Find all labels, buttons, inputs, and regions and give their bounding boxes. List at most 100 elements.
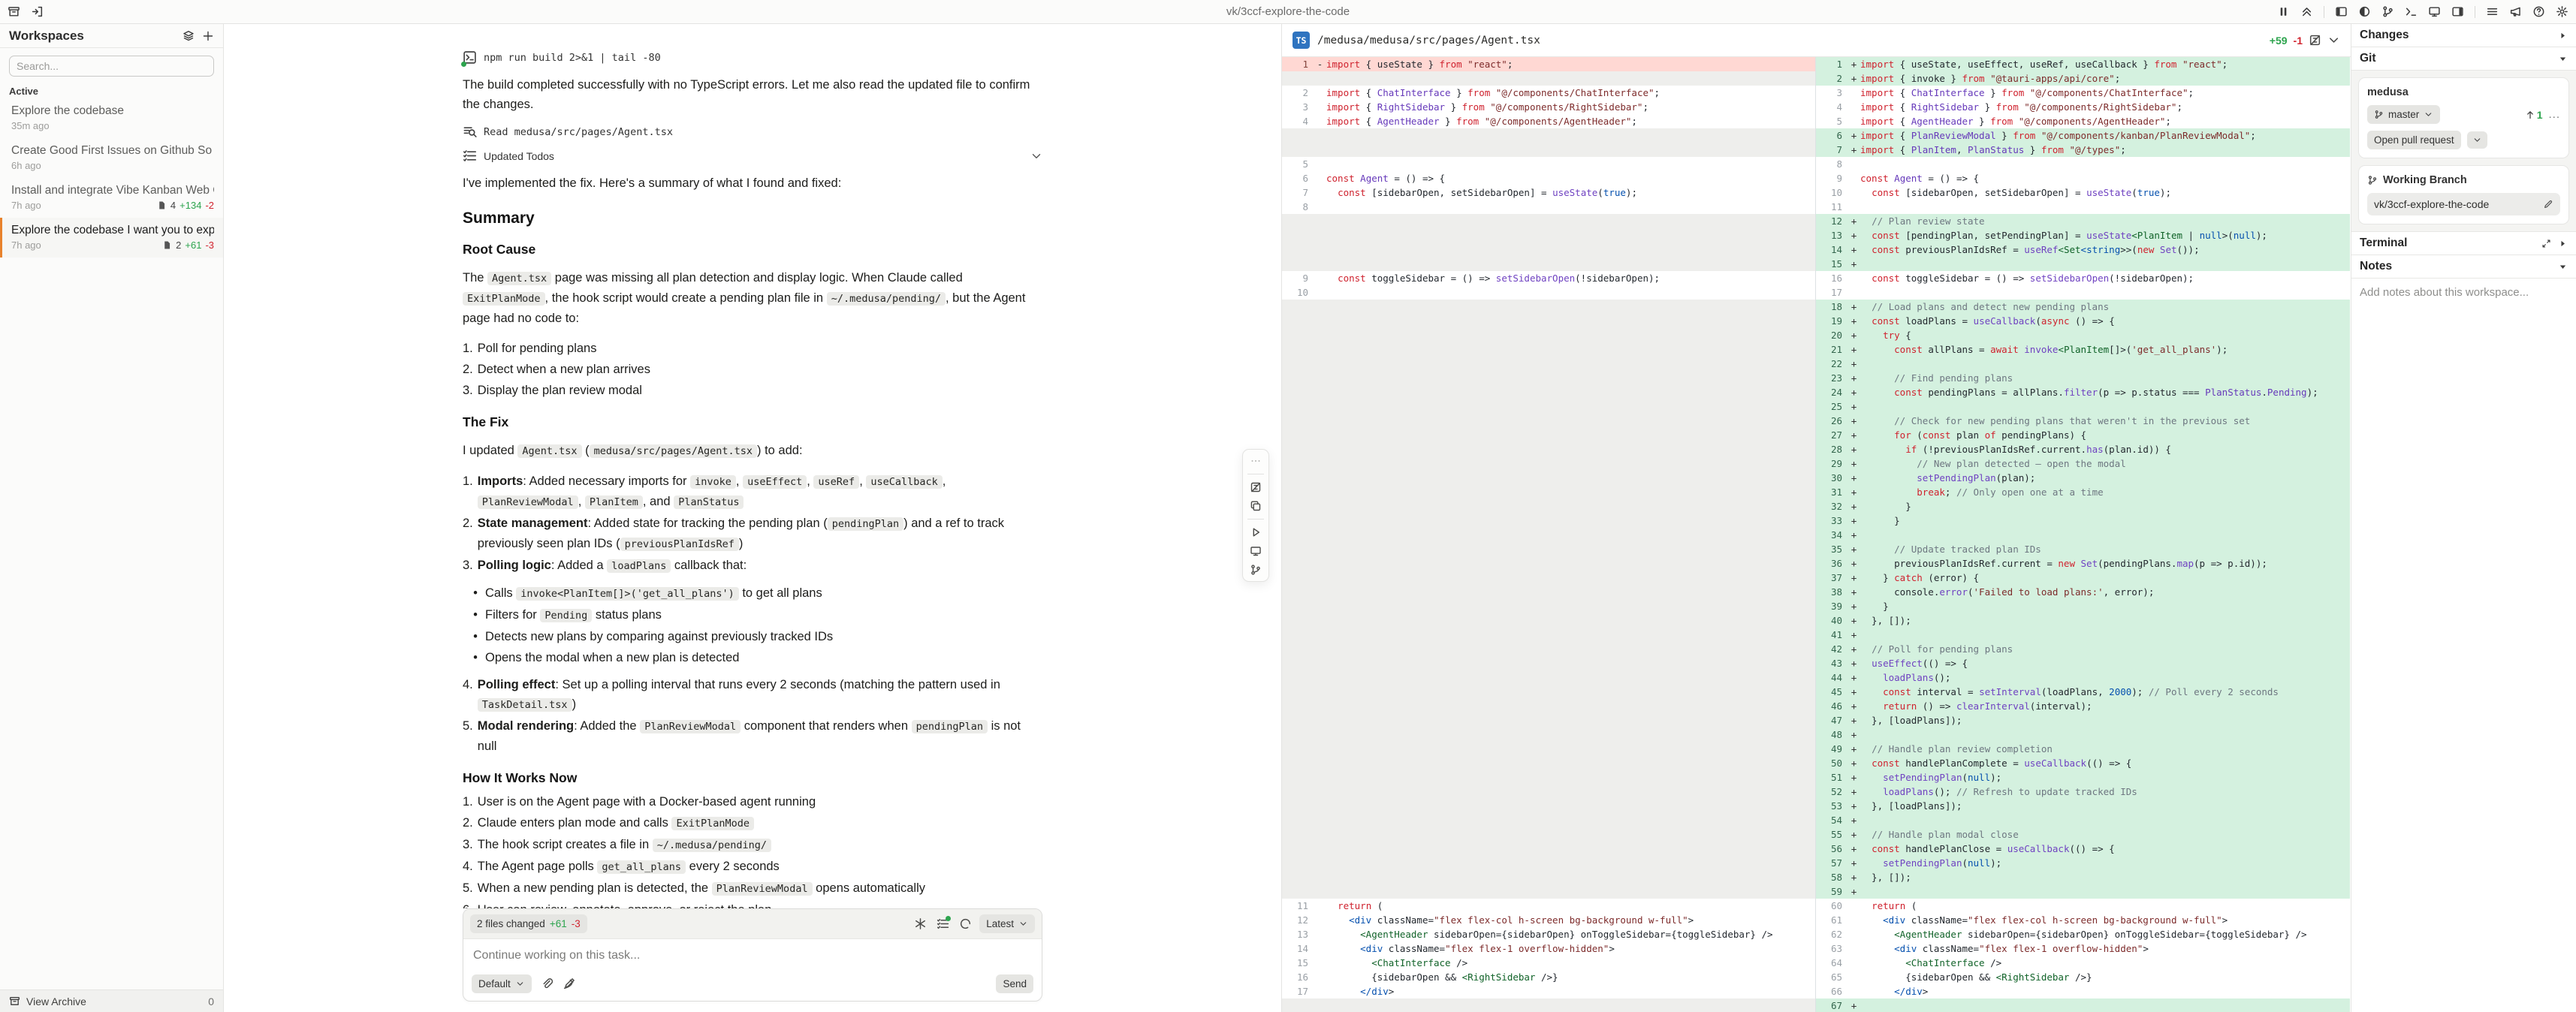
attach-file-button[interactable] xyxy=(541,977,554,990)
expand-icon[interactable] xyxy=(2541,239,2551,248)
notes-input[interactable]: Add notes about this workspace... xyxy=(2351,279,2576,1012)
tool-call-row[interactable]: npm run build 2>&1 | tail -80 xyxy=(463,50,1042,65)
send-button[interactable]: Send xyxy=(996,974,1033,993)
diff-row: 52+ loadPlans(); // Refresh to update tr… xyxy=(1816,785,2350,799)
open-pull-request-button[interactable]: Open pull request xyxy=(2367,131,2461,149)
spinner-icon[interactable] xyxy=(959,917,972,930)
search-input[interactable] xyxy=(9,56,214,77)
terminal-section-header[interactable]: Terminal xyxy=(2351,232,2576,255)
monitor-icon[interactable] xyxy=(1250,545,1262,557)
diff-hidden-icon[interactable] xyxy=(1250,481,1262,493)
edit-branch-icon[interactable] xyxy=(2543,199,2553,209)
list-item: 2.Detect when a new plan arrives xyxy=(463,360,1042,379)
branch-selector[interactable]: master xyxy=(2367,105,2440,124)
archive-icon[interactable] xyxy=(8,5,20,18)
diff-row: 51+ setPendingPlan(null); xyxy=(1816,770,2350,785)
inline-code: pendingPlan xyxy=(828,517,903,531)
tool-call-row[interactable]: Updated Todos xyxy=(463,149,1042,163)
layers-icon[interactable] xyxy=(182,30,195,42)
deletions-count: -3 xyxy=(572,918,581,929)
inline-code: ExitPlanMode xyxy=(463,292,545,306)
workspace-item[interactable]: Explore the codebase35m ago xyxy=(0,98,223,138)
panel-right-icon[interactable] xyxy=(2451,5,2464,18)
diff-row xyxy=(1282,628,1815,642)
dictate-button[interactable] xyxy=(563,977,575,990)
diff-row: 41+ xyxy=(1816,628,2350,642)
diff-row: 18+ // Load plans and detect new pending… xyxy=(1816,300,2350,314)
workspaces-sidebar: Workspaces Active Explore the codebase35… xyxy=(0,24,224,1012)
diff-row xyxy=(1282,342,1815,357)
pause-icon[interactable] xyxy=(2277,5,2290,18)
diff-row xyxy=(1282,514,1815,528)
chat-panel: npm run build 2>&1 | tail -80 The build c… xyxy=(224,24,1281,1012)
monitor-icon[interactable] xyxy=(2428,5,2441,18)
ordered-list: 4.Polling effect: Set up a polling inter… xyxy=(463,675,1042,756)
diff-old-column[interactable]: 1-import { useState } from "react";2impo… xyxy=(1282,57,1816,1012)
diff-row: 10 xyxy=(1282,285,1815,300)
diff-new-column[interactable]: 1+import { useState, useEffect, useRef, … xyxy=(1816,57,2350,1012)
diff-row: 1+import { useState, useEffect, useRef, … xyxy=(1816,57,2350,71)
diff-view-toggle-icon[interactable] xyxy=(2309,34,2321,47)
chevrons-up-icon[interactable] xyxy=(2300,5,2313,18)
spark-icon[interactable] xyxy=(914,917,927,930)
diff-row: 50+ const handlePlanComplete = useCallba… xyxy=(1816,756,2350,770)
tool-call-row[interactable]: Read medusa/src/pages/Agent.tsx xyxy=(463,125,1042,139)
new-workspace-button[interactable] xyxy=(202,30,214,42)
drag-dots[interactable] xyxy=(1250,455,1262,467)
git-more-button[interactable]: ... xyxy=(2548,108,2560,121)
help-icon[interactable] xyxy=(2532,5,2545,18)
message-input[interactable]: Continue working on this task... xyxy=(473,949,1032,962)
diff-row: 4import { AgentHeader } from "@/componen… xyxy=(1282,114,1815,128)
list-item: 1.Imports: Added necessary imports for i… xyxy=(463,471,1042,512)
git-branch-icon[interactable] xyxy=(2381,5,2394,18)
tasks-icon[interactable] xyxy=(937,917,949,930)
open-pull-request-menu[interactable] xyxy=(2467,131,2487,149)
diff-row xyxy=(1282,357,1815,371)
menu-icon[interactable] xyxy=(2486,5,2499,18)
git-branch-icon[interactable] xyxy=(1250,564,1262,576)
diff-row xyxy=(1282,257,1815,271)
working-branch-input[interactable]: vk/3ccf-explore-the-code xyxy=(2367,193,2560,215)
changes-section-header[interactable]: Changes xyxy=(2351,24,2576,47)
archive-count: 0 xyxy=(208,995,214,1007)
inline-code: loadPlans xyxy=(607,559,671,573)
diff-row xyxy=(1282,71,1815,86)
diff-row: 26+ // Check for new pending plans that … xyxy=(1816,414,2350,428)
version-selector[interactable]: Latest xyxy=(979,914,1035,933)
theme-icon[interactable] xyxy=(2358,5,2371,18)
panel-left-icon[interactable] xyxy=(2335,5,2348,18)
notes-section-header[interactable]: Notes xyxy=(2351,255,2576,279)
git-section-header[interactable]: Git xyxy=(2351,47,2576,71)
workspace-item[interactable]: Create Good First Issues on Github So p.… xyxy=(0,138,223,178)
workspace-item[interactable]: Explore the codebase I want you to exp..… xyxy=(0,218,223,258)
settings-icon[interactable] xyxy=(2556,5,2568,18)
paragraph: I updated Agent.tsx (medusa/src/pages/Ag… xyxy=(463,441,1042,461)
inline-code: useCallback xyxy=(866,475,942,489)
diff-row: 30+ setPendingPlan(plan); xyxy=(1816,471,2350,485)
diff-row: 42+ // Poll for pending plans xyxy=(1816,642,2350,656)
terminal-icon[interactable] xyxy=(2405,5,2418,18)
diff-row: 67+ xyxy=(1816,998,2350,1012)
files-changed-chip[interactable]: 2 files changed +61 -3 xyxy=(470,914,587,933)
megaphone-icon[interactable] xyxy=(2509,5,2522,18)
copy-icon[interactable] xyxy=(1250,500,1262,512)
workspace-item[interactable]: Install and integrate Vibe Kanban Web C.… xyxy=(0,178,223,218)
view-archive-button[interactable]: View Archive 0 xyxy=(0,989,223,1012)
chat-scroll-area[interactable]: npm run build 2>&1 | tail -80 The build c… xyxy=(224,24,1281,908)
diff-row: 19+ const loadPlans = useCallback(async … xyxy=(1816,314,2350,328)
collapse-diff-icon[interactable] xyxy=(2327,34,2340,47)
repo-name: medusa xyxy=(2367,86,2560,98)
diff-row: 11 return ( xyxy=(1282,899,1815,913)
composer-status-strip: 2 files changed +61 -3 Latest xyxy=(463,909,1042,939)
diff-row: 60 return ( xyxy=(1816,899,2350,913)
collapse-sidebar-icon[interactable] xyxy=(31,5,44,18)
diff-deletions: -1 xyxy=(2294,35,2303,47)
workspaces-header: Workspaces xyxy=(0,24,223,48)
paragraph: The build completed successfully with no… xyxy=(463,75,1042,114)
chevron-down-icon[interactable] xyxy=(1030,150,1042,162)
inline-code: medusa/src/pages/Agent.tsx xyxy=(590,444,757,458)
mode-selector[interactable]: Default xyxy=(472,974,532,993)
diff-row: 45+ const interval = setInterval(loadPla… xyxy=(1816,685,2350,699)
list-item: 3.The hook script creates a file in ~/.m… xyxy=(463,835,1042,855)
play-icon[interactable] xyxy=(1250,526,1262,538)
